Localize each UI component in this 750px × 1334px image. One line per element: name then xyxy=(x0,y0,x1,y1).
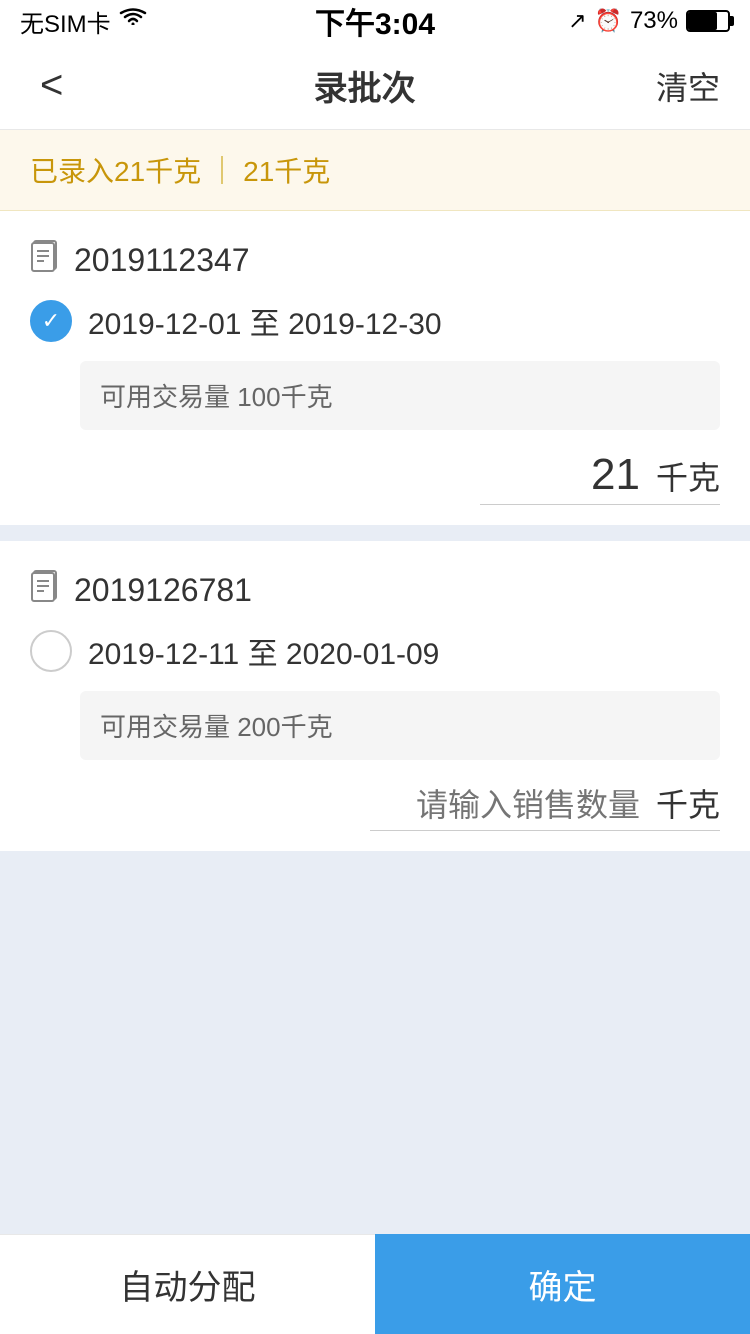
batch-2-id: 2019126781 xyxy=(74,572,252,609)
batch-1-id: 2019112347 xyxy=(74,242,250,279)
check-icon-1: ✓ xyxy=(42,308,60,334)
batch-2-quantity-input[interactable] xyxy=(340,787,640,824)
batch-1-radio[interactable]: ✓ xyxy=(30,300,72,342)
alarm-icon: ⏰ xyxy=(595,8,622,34)
batch-1-header: 2019112347 xyxy=(0,211,750,291)
batch-doc-icon-1 xyxy=(30,239,64,281)
batch-1-underline xyxy=(480,504,720,505)
batch-1-availability: 可用交易量 100千克 xyxy=(80,361,720,430)
bottom-bar: 自动分配 确定 xyxy=(0,1234,750,1334)
wifi-icon xyxy=(119,7,147,36)
info-divider xyxy=(221,156,223,184)
batch-doc-icon-2 xyxy=(30,569,64,611)
batch-2-unit: 千克 xyxy=(656,780,720,826)
batch-2-availability: 可用交易量 200千克 xyxy=(80,691,720,760)
recorded-amount-label: 已录入21千克 xyxy=(30,150,201,190)
batch-1-amount-row: 21 千克 xyxy=(0,430,750,525)
confirm-button[interactable]: 确定 xyxy=(375,1234,750,1334)
batch-1-amount-value: 21 xyxy=(591,450,640,500)
batch-2-input-row: 千克 xyxy=(0,760,750,851)
batch-1-date-row[interactable]: ✓ 2019-12-01 至 2019-12-30 xyxy=(0,291,750,351)
status-right: ↗ ⏰ 73% xyxy=(568,7,730,35)
battery-percent: 73% xyxy=(630,7,678,35)
location-icon: ↗ xyxy=(568,8,586,34)
page-title: 录批次 xyxy=(314,61,416,110)
clear-button[interactable]: 清空 xyxy=(656,63,720,109)
status-bar: 无SIM卡 下午3:04 ↗ ⏰ 73% xyxy=(0,0,750,42)
status-left: 无SIM卡 xyxy=(20,4,147,39)
batch-1-amount-unit: 千克 xyxy=(656,453,720,499)
batch-2-date-row[interactable]: 2019-12-11 至 2020-01-09 xyxy=(0,621,750,681)
batch-card-1: 2019112347 ✓ 2019-12-01 至 2019-12-30 可用交… xyxy=(0,211,750,525)
status-time: 下午3:04 xyxy=(315,0,435,43)
auto-distribute-button[interactable]: 自动分配 xyxy=(0,1234,375,1334)
batch-2-underline xyxy=(370,830,720,831)
nav-bar: < 录批次 清空 xyxy=(0,42,750,130)
batch-2-input-container[interactable]: 千克 xyxy=(340,780,720,831)
batch-2-date: 2019-12-11 至 2020-01-09 xyxy=(88,629,439,673)
section-divider-1 xyxy=(0,525,750,541)
batch-1-date: 2019-12-01 至 2019-12-30 xyxy=(88,299,442,343)
back-button[interactable]: < xyxy=(30,53,73,118)
recorded-amount-value: 21千克 xyxy=(243,150,330,190)
batch-2-radio[interactable] xyxy=(30,630,72,672)
empty-area xyxy=(0,851,750,1291)
batch-card-2: 2019126781 2019-12-11 至 2020-01-09 可用交易量… xyxy=(0,541,750,851)
batch-1-amount-container: 21 千克 xyxy=(480,450,720,505)
info-banner: 已录入21千克 21千克 xyxy=(0,130,750,211)
batch-2-header: 2019126781 xyxy=(0,541,750,621)
carrier-text: 无SIM卡 xyxy=(20,4,111,39)
battery-icon xyxy=(686,10,730,32)
